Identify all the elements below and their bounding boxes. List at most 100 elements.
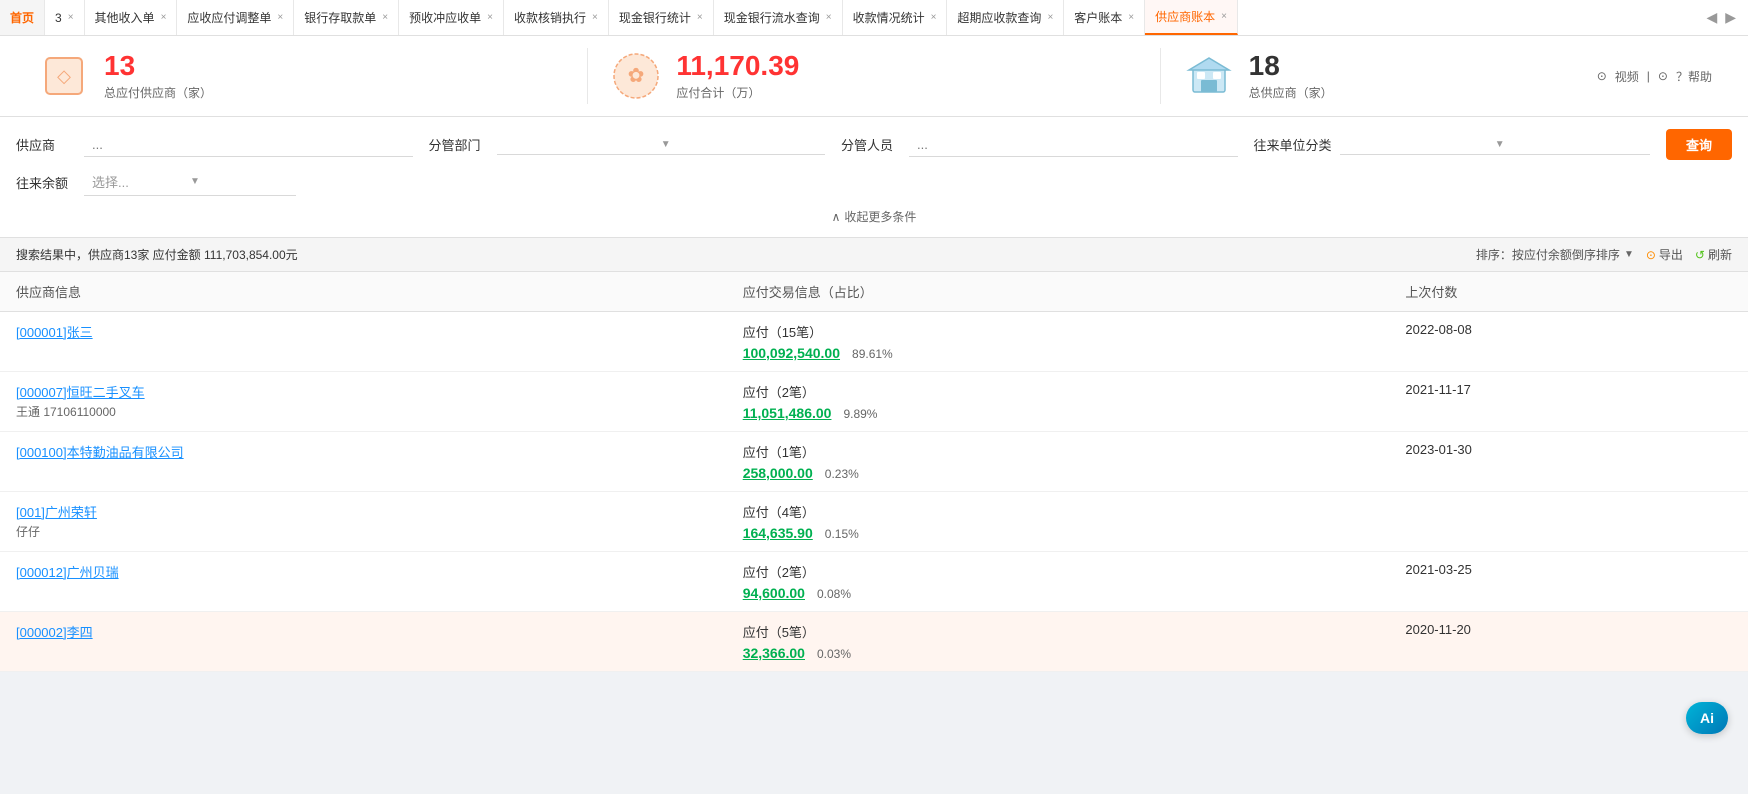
- supplier-link[interactable]: [000002]李四: [16, 625, 93, 640]
- td-supplier-info: [000100]本特勤油品有限公司: [0, 432, 727, 492]
- nav-arrow-left[interactable]: ◀: [1702, 9, 1721, 26]
- last-payment-date: 2021-03-25: [1405, 562, 1472, 577]
- payable-amount[interactable]: 164,635.90: [743, 525, 813, 541]
- export-button[interactable]: ⊙ 导出: [1646, 246, 1683, 263]
- nav-item-overdue-ar[interactable]: 超期应收款查询 ×: [947, 0, 1064, 35]
- nav-receipt-verify-label: 收款核销执行: [514, 9, 586, 26]
- payable-count: 应付（15笔）: [743, 322, 1374, 341]
- stat-block-suppliers: ◇ 13 总应付供应商（家）: [16, 48, 588, 104]
- filter-person-input[interactable]: [909, 133, 1238, 157]
- result-bar: 搜索结果中，供应商13家 应付金额 111,703,854.00元 排序：按应付…: [0, 238, 1748, 272]
- td-last-payment: 2021-11-17: [1389, 372, 1748, 432]
- td-last-payment: [1389, 492, 1748, 552]
- nav-cash-bank-query-close[interactable]: ×: [826, 12, 832, 23]
- nav-bank-deposit-label: 银行存取款单: [304, 9, 376, 26]
- payable-amount[interactable]: 11,051,486.00: [743, 405, 832, 421]
- table-container: 供应商信息 应付交易信息（占比） 上次付数 [000001]张三应付（15笔）1…: [0, 272, 1748, 672]
- nav-cash-bank-stat-close[interactable]: ×: [697, 12, 703, 23]
- supplier-sub: 仔仔: [16, 523, 711, 540]
- supplier-link[interactable]: [000001]张三: [16, 325, 93, 340]
- collapse-button[interactable]: ∧ 收起更多条件: [832, 208, 917, 225]
- payable-amount[interactable]: 100,092,540.00: [743, 345, 840, 361]
- nav-supplier-ledger-close[interactable]: ×: [1221, 11, 1227, 22]
- chevron-up-icon: ∧: [832, 210, 841, 224]
- nav-item-receipt-verify[interactable]: 收款核销执行 ×: [504, 0, 609, 35]
- ai-badge[interactable]: Ai: [1686, 702, 1728, 734]
- supplier-link[interactable]: [000100]本特勤油品有限公司: [16, 445, 184, 460]
- nav-item-cash-bank-query[interactable]: 现金银行流水查询 ×: [714, 0, 843, 35]
- supplier-link[interactable]: [000007]恒旺二手叉车: [16, 385, 145, 400]
- supplier-table: 供应商信息 应付交易信息（占比） 上次付数 [000001]张三应付（15笔）1…: [0, 272, 1748, 672]
- nav-ar-ap-adjust-close[interactable]: ×: [277, 12, 283, 23]
- td-payable-info: 应付（15笔）100,092,540.0089.61%: [727, 312, 1390, 372]
- filter-category-select[interactable]: ▼: [1340, 135, 1650, 155]
- filter-row-1: 供应商 分管部门 ▼ 分管人员 往来单位分类 ▼ 查询: [16, 129, 1732, 160]
- td-last-payment: 2021-03-25: [1389, 552, 1748, 612]
- filter-supplier-input[interactable]: [84, 133, 413, 157]
- td-supplier-info: [000012]广州贝瑞: [0, 552, 727, 612]
- refresh-icon-symbol: ↺: [1695, 248, 1705, 262]
- td-supplier-info: [000007]恒旺二手叉车王通 17106110000: [0, 372, 727, 432]
- filter-row-2: 往来余额 选择... ▼: [16, 168, 1732, 196]
- table-row: [000007]恒旺二手叉车王通 17106110000 应付（2笔） 11,051…: [0, 372, 1748, 432]
- stat-content-total: 18 总供应商（家）: [1249, 52, 1333, 101]
- supplier-link[interactable]: [001]广州荣轩: [16, 505, 97, 520]
- payable-count: 应付（2笔）: [743, 382, 1374, 401]
- td-payable-info: 应付（2笔）11,051,486.009.89%: [727, 372, 1390, 432]
- nav-overdue-ar-close[interactable]: ×: [1047, 12, 1053, 23]
- nav-tab3-close[interactable]: ×: [68, 12, 74, 23]
- nav-customer-ledger-close[interactable]: ×: [1128, 12, 1134, 23]
- nav-item-prepay-ar[interactable]: 预收冲应收单 ×: [399, 0, 504, 35]
- nav-item-supplier-ledger[interactable]: 供应商账本 ×: [1145, 0, 1238, 35]
- filter-dept-select[interactable]: ▼: [497, 135, 826, 155]
- stat-help: ⊙ 视频 | ⊙ ？帮助: [1597, 68, 1712, 85]
- table-row: [000012]广州贝瑞应付（2笔）94,600.000.08%2021-03-…: [0, 552, 1748, 612]
- nav-prepay-ar-close[interactable]: ×: [487, 12, 493, 23]
- nav-receipt-stat-close[interactable]: ×: [931, 12, 937, 23]
- help-link[interactable]: ？帮助: [1676, 68, 1712, 85]
- payable-amount[interactable]: 258,000.00: [743, 465, 813, 481]
- nav-receipt-verify-close[interactable]: ×: [592, 12, 598, 23]
- td-payable-info: 应付（5笔）32,366.000.03%: [727, 612, 1390, 672]
- nav-item-ar-ap-adjust[interactable]: 应收应付调整单 ×: [177, 0, 294, 35]
- chevron-down-icon-2: ▼: [1495, 139, 1642, 150]
- refresh-button[interactable]: ↺ 刷新: [1695, 246, 1732, 263]
- query-button[interactable]: 查询: [1666, 129, 1732, 160]
- last-payment-date: 2021-11-17: [1405, 382, 1471, 397]
- th-supplier-info: 供应商信息: [0, 272, 727, 312]
- filter-category-label: 往来单位分类: [1254, 135, 1332, 154]
- nav-prepay-ar-label: 预收冲应收单: [409, 9, 481, 26]
- payable-amount[interactable]: 94,600.00: [743, 585, 805, 601]
- nav-bank-deposit-close[interactable]: ×: [382, 12, 388, 23]
- td-payable-info: 应付（2笔）94,600.000.08%: [727, 552, 1390, 612]
- nav-item-receipt-stat[interactable]: 收款情况统计 ×: [843, 0, 948, 35]
- chevron-down-icon-3: ▼: [190, 176, 288, 187]
- nav-item-customer-ledger[interactable]: 客户账本 ×: [1064, 0, 1145, 35]
- filter-balance-select[interactable]: 选择... ▼: [84, 168, 296, 196]
- payable-percent: 0.23%: [825, 467, 859, 481]
- nav-item-other-income[interactable]: 其他收入单 ×: [85, 0, 178, 35]
- filter-balance-value: 选择...: [92, 172, 190, 191]
- nav-other-income-close[interactable]: ×: [161, 12, 167, 23]
- help-video-link[interactable]: 视频: [1615, 68, 1639, 85]
- payable-amount[interactable]: 32,366.00: [743, 645, 805, 661]
- td-payable-info: 应付（1笔）258,000.000.23%: [727, 432, 1390, 492]
- stat-content-suppliers: 13 总应付供应商（家）: [104, 52, 212, 101]
- supplier-link[interactable]: [000012]广州贝瑞: [16, 565, 119, 580]
- nav-arrow-right[interactable]: ▶: [1721, 9, 1740, 26]
- chevron-down-icon: ▼: [661, 139, 817, 150]
- nav-item-tab3[interactable]: 3 ×: [45, 0, 85, 35]
- payable-percent: 0.08%: [817, 587, 851, 601]
- td-supplier-info: [000002]李四: [0, 612, 727, 672]
- nav-item-bank-deposit[interactable]: 银行存取款单 ×: [294, 0, 399, 35]
- nav-item-home[interactable]: 首页: [0, 0, 45, 35]
- sort-dropdown[interactable]: 排序：按应付余额倒序排序 ▼: [1476, 246, 1634, 263]
- filter-balance-label: 往来余额: [16, 173, 76, 192]
- nav-ar-ap-adjust-label: 应收应付调整单: [187, 9, 271, 26]
- nav-item-cash-bank-stat[interactable]: 现金银行统计 ×: [609, 0, 714, 35]
- last-payment-date: 2020-11-20: [1405, 622, 1471, 637]
- stat-label-payable: 应付合计（万）: [676, 84, 799, 101]
- nav-customer-ledger-label: 客户账本: [1074, 9, 1122, 26]
- stat-number-payable: 11,170.39: [676, 52, 799, 80]
- td-last-payment: 2022-08-08: [1389, 312, 1748, 372]
